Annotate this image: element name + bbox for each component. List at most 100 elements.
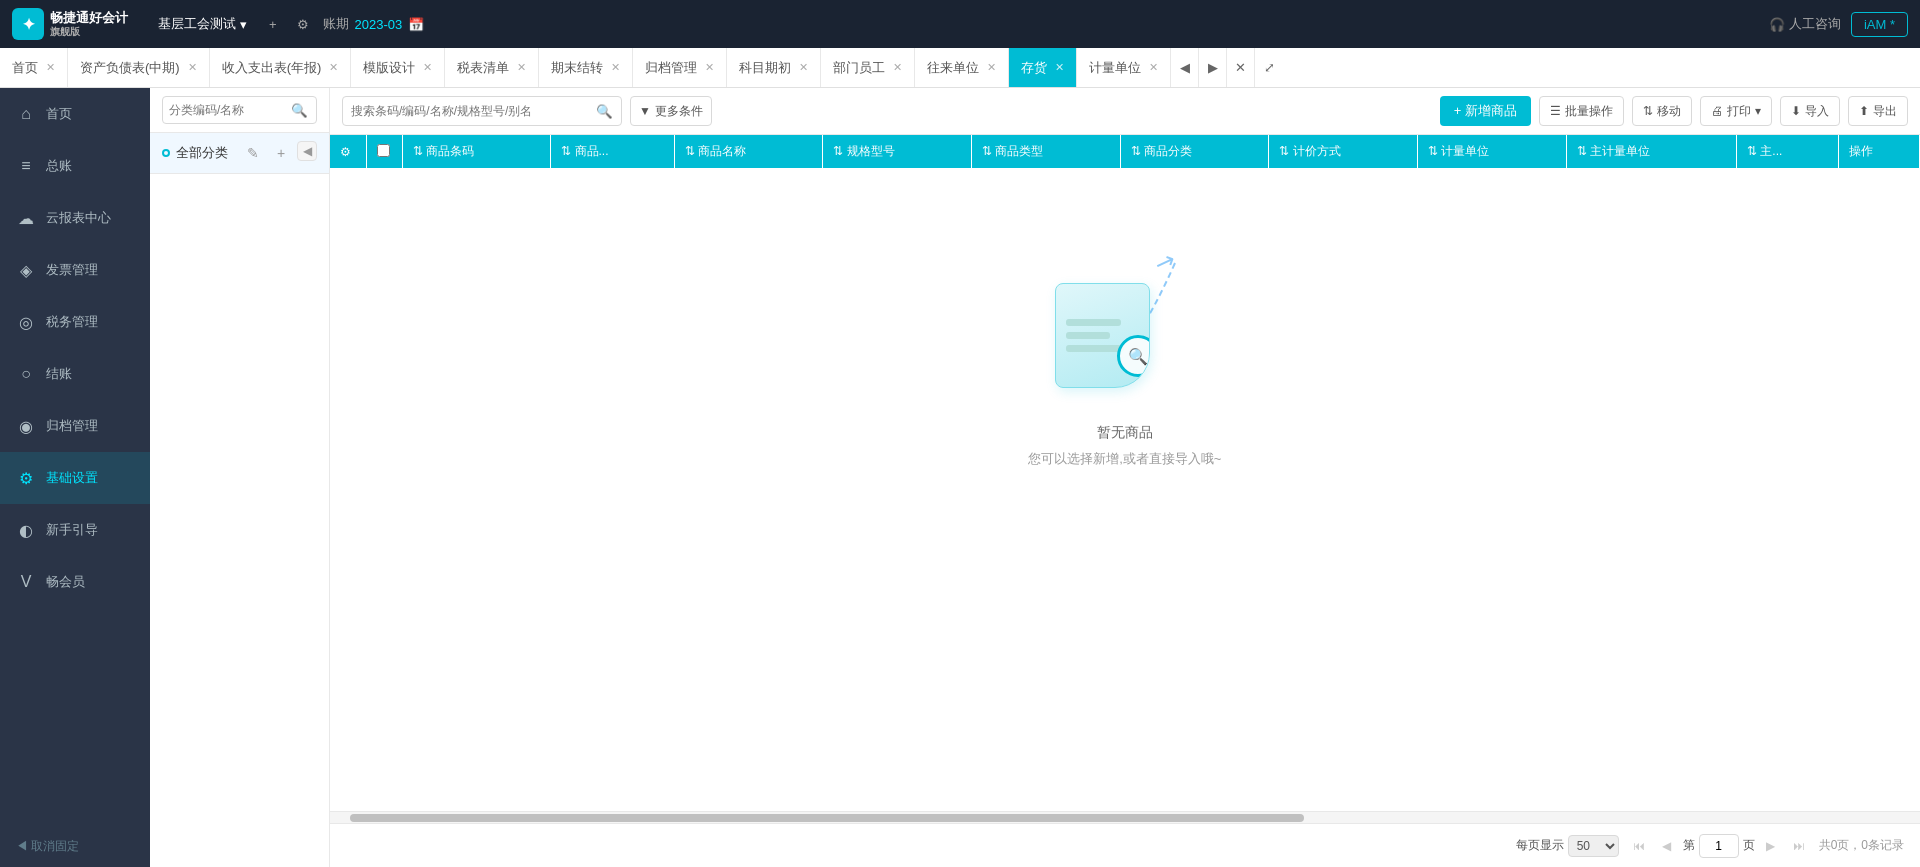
- sidebar-item-ledger[interactable]: ≡ 总账: [0, 140, 150, 192]
- page-size-select[interactable]: 50 100 200: [1568, 835, 1619, 857]
- select-all-checkbox[interactable]: [377, 144, 390, 157]
- category-search-input[interactable]: [163, 103, 283, 117]
- tab-income-close[interactable]: ✕: [329, 61, 338, 74]
- tab-customer-close[interactable]: ✕: [987, 61, 996, 74]
- print-button[interactable]: 🖨 打印 ▾: [1700, 96, 1772, 126]
- tab-period-end[interactable]: 期末结转 ✕: [539, 48, 633, 88]
- scroll-bar-thumb[interactable]: [350, 814, 1304, 822]
- support-button[interactable]: 🎧 人工咨询: [1769, 15, 1841, 33]
- tab-home[interactable]: 首页 ✕: [0, 48, 68, 88]
- doc-illustration: 🔍: [1055, 283, 1150, 388]
- sidebar-item-basic-label: 基础设置: [46, 469, 98, 487]
- filter-icon: ▼: [639, 104, 651, 118]
- panel-collapse-button[interactable]: ◀: [297, 141, 317, 161]
- sidebar-item-basic[interactable]: ⚙ 基础设置: [0, 452, 150, 504]
- tab-unit[interactable]: 计量单位 ✕: [1077, 48, 1171, 88]
- tab-archive-close[interactable]: ✕: [705, 61, 714, 74]
- batch-operation-button[interactable]: ☰ 批量操作: [1539, 96, 1624, 126]
- col-spec[interactable]: ⇅ 规格型号: [823, 135, 972, 168]
- sidebar-item-close[interactable]: ○ 结账: [0, 348, 150, 400]
- col-check[interactable]: [366, 135, 402, 168]
- import-button[interactable]: ⬇ 导入: [1780, 96, 1840, 126]
- col-unit[interactable]: ⇅ 计量单位: [1417, 135, 1566, 168]
- add-tab-button[interactable]: +: [263, 13, 283, 36]
- col-type[interactable]: ⇅ 商品类型: [971, 135, 1120, 168]
- tab-prev-button[interactable]: ◀: [1171, 48, 1199, 88]
- account-button[interactable]: iAM *: [1851, 12, 1908, 37]
- settings-icon: ⚙: [16, 469, 36, 488]
- app-logo: ✦ 畅捷通好会计 旗舰版: [12, 8, 142, 40]
- tab-home-close[interactable]: ✕: [46, 61, 55, 74]
- add-product-button[interactable]: + 新增商品: [1440, 96, 1531, 126]
- last-page-button[interactable]: ⏭: [1787, 834, 1811, 858]
- tab-dept[interactable]: 部门员工 ✕: [821, 48, 915, 88]
- cloud-icon: ☁: [16, 209, 36, 228]
- tab-tax[interactable]: 税表清单 ✕: [445, 48, 539, 88]
- col-code[interactable]: ⇅ 商品...: [551, 135, 674, 168]
- first-page-button[interactable]: ⏮: [1627, 834, 1651, 858]
- tab-tax-close[interactable]: ✕: [517, 61, 526, 74]
- next-page-button[interactable]: ▶: [1759, 834, 1783, 858]
- app-logo-text: 畅捷通好会计 旗舰版: [50, 10, 128, 38]
- product-search-button[interactable]: 🔍: [588, 104, 621, 119]
- tab-unit-close[interactable]: ✕: [1149, 61, 1158, 74]
- product-search-wrap: 🔍: [342, 96, 622, 126]
- tab-archive[interactable]: 归档管理 ✕: [633, 48, 727, 88]
- category-all-item[interactable]: 全部分类 ✎ + ◀: [150, 133, 329, 174]
- prev-page-button[interactable]: ◀: [1655, 834, 1679, 858]
- tab-template-close[interactable]: ✕: [423, 61, 432, 74]
- company-selector[interactable]: 基层工会测试 ▾: [150, 11, 255, 37]
- col-category[interactable]: ⇅ 商品分类: [1120, 135, 1269, 168]
- tab-inventory-close[interactable]: ✕: [1055, 61, 1064, 74]
- top-bar-right: 🎧 人工咨询 iAM *: [1769, 12, 1908, 37]
- tab-close-all-button[interactable]: ✕: [1227, 48, 1255, 88]
- move-button[interactable]: ⇅ 移动: [1632, 96, 1692, 126]
- sidebar-item-ledger-label: 总账: [46, 157, 72, 175]
- tab-balance[interactable]: 资产负债表(中期) ✕: [68, 48, 210, 88]
- tab-period-end-close[interactable]: ✕: [611, 61, 620, 74]
- export-button[interactable]: ⬆ 导出: [1848, 96, 1908, 126]
- sidebar-unpin-button[interactable]: ◀ 取消固定: [0, 826, 150, 867]
- tab-subject-close[interactable]: ✕: [799, 61, 808, 74]
- sidebar-item-guide[interactable]: ◐ 新手引导: [0, 504, 150, 556]
- category-add-button[interactable]: +: [269, 141, 293, 165]
- tab-template[interactable]: 模版设计 ✕: [351, 48, 445, 88]
- sidebar-item-invoice[interactable]: ◈ 发票管理: [0, 244, 150, 296]
- category-search-button[interactable]: 🔍: [283, 103, 316, 118]
- tab-maximize-button[interactable]: ⤢: [1255, 48, 1283, 88]
- filter-more-button[interactable]: ▼ 更多条件: [630, 96, 712, 126]
- sidebar-item-archive[interactable]: ◉ 归档管理: [0, 400, 150, 452]
- horizontal-scrollbar[interactable]: [330, 811, 1920, 823]
- col-price-mode[interactable]: ⇅ 计价方式: [1269, 135, 1418, 168]
- col-extra[interactable]: ⇅ 主...: [1736, 135, 1838, 168]
- sidebar-item-tax[interactable]: ◎ 税务管理: [0, 296, 150, 348]
- archive-icon: ◉: [16, 417, 36, 436]
- sidebar: ⌂ 首页 ≡ 总账 ☁ 云报表中心 ◈ 发票管理 ◎ 税务管理 ○ 结账 ◉ 归…: [0, 88, 150, 867]
- tab-subject-label: 科目期初: [739, 59, 791, 77]
- calendar-icon[interactable]: 📅: [408, 17, 424, 32]
- empty-main-text: 暂无商品: [1097, 424, 1153, 442]
- tab-inventory-label: 存货: [1021, 59, 1047, 77]
- tab-customer[interactable]: 往来单位 ✕: [915, 48, 1009, 88]
- tab-subject[interactable]: 科目期初 ✕: [727, 48, 821, 88]
- category-edit-button[interactable]: ✎: [241, 141, 265, 165]
- settings-button[interactable]: ⚙: [291, 13, 315, 36]
- tab-inventory[interactable]: 存货 ✕: [1009, 48, 1077, 88]
- sidebar-item-home[interactable]: ⌂ 首页: [0, 88, 150, 140]
- member-icon: V: [16, 573, 36, 591]
- sidebar-item-report[interactable]: ☁ 云报表中心: [0, 192, 150, 244]
- col-settings[interactable]: ⚙: [330, 135, 366, 168]
- category-dot-icon: [162, 149, 170, 157]
- tab-archive-label: 归档管理: [645, 59, 697, 77]
- col-name[interactable]: ⇅ 商品名称: [674, 135, 823, 168]
- product-search-input[interactable]: [343, 104, 588, 118]
- col-barcode[interactable]: ⇅ 商品条码: [402, 135, 551, 168]
- page-input[interactable]: [1699, 834, 1739, 858]
- left-panel: 🔍 全部分类 ✎ + ◀: [150, 88, 330, 867]
- tab-balance-close[interactable]: ✕: [188, 61, 197, 74]
- tab-next-button[interactable]: ▶: [1199, 48, 1227, 88]
- col-main-unit[interactable]: ⇅ 主计量单位: [1566, 135, 1736, 168]
- sidebar-item-member[interactable]: V 畅会员: [0, 556, 150, 608]
- tab-dept-close[interactable]: ✕: [893, 61, 902, 74]
- tab-income[interactable]: 收入支出表(年报) ✕: [210, 48, 352, 88]
